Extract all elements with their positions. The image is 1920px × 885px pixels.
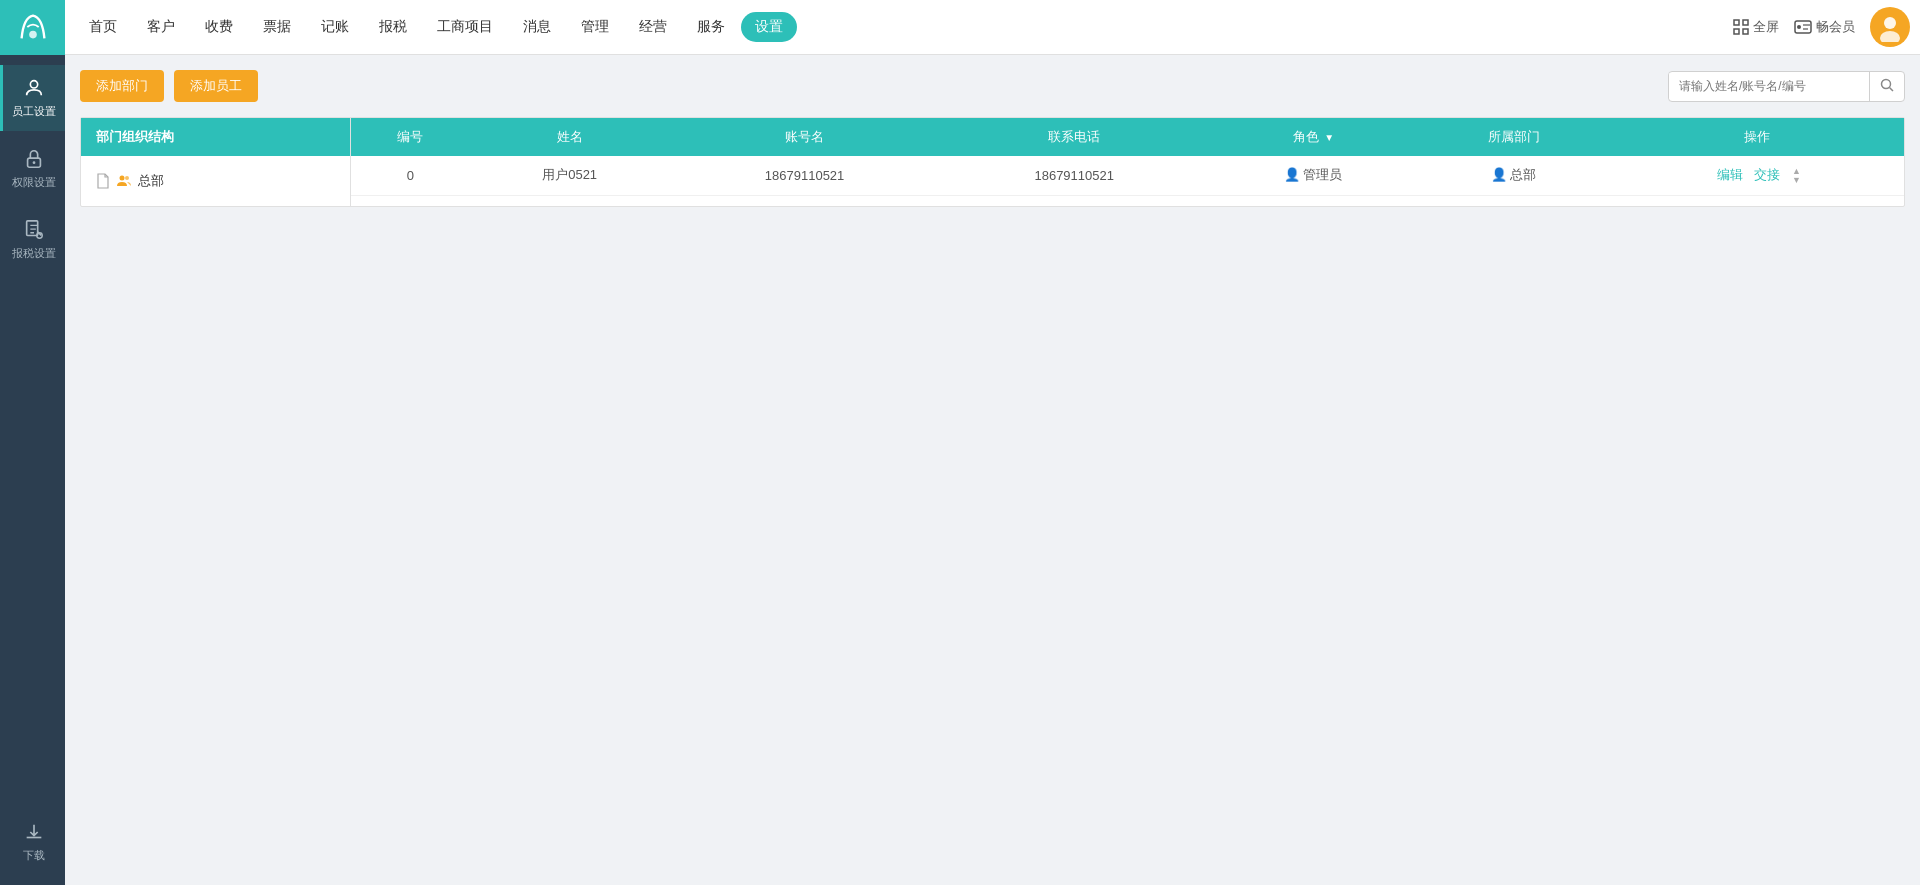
fullscreen-button[interactable]: 全屏 <box>1733 18 1779 36</box>
col-role[interactable]: 角色 ▼ <box>1209 118 1418 156</box>
split-panel: 部门组织结构 总部 <box>80 117 1905 207</box>
col-number: 编号 <box>351 118 470 156</box>
svg-point-0 <box>29 31 37 39</box>
sidebar: 员工设置 权限设置 报税设置 <box>0 55 65 885</box>
sidebar-item-employee[interactable]: 员工设置 <box>0 65 65 131</box>
cell-role: 👤管理员 <box>1209 156 1418 195</box>
sidebar-item-permission-label: 权限设置 <box>12 175 56 190</box>
nav-fee[interactable]: 收费 <box>191 12 247 42</box>
tax-report-icon <box>23 219 45 241</box>
svg-point-13 <box>33 161 36 164</box>
svg-rect-3 <box>1734 29 1739 34</box>
nav-settings[interactable]: 设置 <box>741 12 797 42</box>
toolbar: 添加部门 添加员工 <box>80 70 1905 102</box>
nav-home[interactable]: 首页 <box>75 12 131 42</box>
nav-message[interactable]: 消息 <box>509 12 565 42</box>
download-icon <box>23 821 45 843</box>
role-user-icon: 👤 <box>1284 167 1300 182</box>
sidebar-item-download[interactable]: 下载 <box>0 809 65 875</box>
search-input[interactable] <box>1669 73 1869 99</box>
cell-number: 0 <box>351 156 470 195</box>
transfer-link[interactable]: 交接 <box>1754 167 1780 182</box>
fullscreen-label: 全屏 <box>1753 18 1779 36</box>
nav-invoice[interactable]: 票据 <box>249 12 305 42</box>
col-phone: 联系电话 <box>939 118 1209 156</box>
user-avatar[interactable] <box>1870 7 1910 47</box>
svg-rect-2 <box>1743 20 1748 25</box>
sidebar-bottom: 下载 <box>0 809 65 875</box>
tree-body: 总部 <box>81 156 350 206</box>
cell-account: 18679110521 <box>670 156 940 195</box>
nav-service[interactable]: 服务 <box>683 12 739 42</box>
tree-item-label: 总部 <box>138 172 164 190</box>
svg-point-18 <box>120 176 125 181</box>
col-name: 姓名 <box>470 118 670 156</box>
member-icon <box>1794 20 1812 34</box>
col-dept: 所属部门 <box>1418 118 1610 156</box>
add-dept-button[interactable]: 添加部门 <box>80 70 164 102</box>
col-action: 操作 <box>1610 118 1904 156</box>
top-navigation: 首页 客户 收费 票据 记账 报税 工商项目 消息 管理 经营 服务 设置 全屏 <box>0 0 1920 55</box>
tree-header: 部门组织结构 <box>81 118 350 156</box>
filter-icon: ▼ <box>1324 132 1334 143</box>
svg-rect-4 <box>1743 29 1748 34</box>
edit-link[interactable]: 编辑 <box>1717 167 1743 182</box>
nav-management[interactable]: 管理 <box>567 12 623 42</box>
nav-right-area: 全屏 畅会员 <box>1733 7 1910 47</box>
tree-panel: 部门组织结构 总部 <box>81 118 351 206</box>
nav-business[interactable]: 工商项目 <box>423 12 507 42</box>
sidebar-item-tax[interactable]: 报税设置 <box>0 207 65 273</box>
svg-point-19 <box>125 176 129 180</box>
main-nav: 首页 客户 收费 票据 记账 报税 工商项目 消息 管理 经营 服务 设置 <box>75 12 1733 42</box>
permission-icon <box>23 148 45 170</box>
nav-customer[interactable]: 客户 <box>133 12 189 42</box>
col-account: 账号名 <box>670 118 940 156</box>
content-area: 添加部门 添加员工 部门组织结构 <box>65 55 1920 885</box>
employee-icon <box>23 77 45 99</box>
sidebar-item-tax-label: 报税设置 <box>12 246 56 261</box>
search-box <box>1668 71 1905 102</box>
add-employee-button[interactable]: 添加员工 <box>174 70 258 102</box>
svg-rect-1 <box>1734 20 1739 25</box>
tree-item-general[interactable]: 总部 <box>91 166 340 196</box>
file-icon <box>96 173 110 189</box>
avatar-icon <box>1875 12 1905 42</box>
cell-phone: 18679110521 <box>939 156 1209 195</box>
cell-actions: 编辑 交接 ▲ ▼ <box>1610 156 1904 195</box>
svg-point-11 <box>30 81 37 88</box>
table-header-row: 编号 姓名 账号名 联系电话 角色 ▼ 所属部门 操作 <box>351 118 1904 156</box>
search-icon <box>1880 78 1894 92</box>
nav-accounting[interactable]: 记账 <box>307 12 363 42</box>
employee-table: 编号 姓名 账号名 联系电话 角色 ▼ 所属部门 操作 <box>351 118 1904 196</box>
search-button[interactable] <box>1869 72 1904 101</box>
table-row: 0 用户0521 18679110521 18679110521 👤管理员 👤总… <box>351 156 1904 195</box>
member-button[interactable]: 畅会员 <box>1794 18 1855 36</box>
main-layout: 员工设置 权限设置 报税设置 <box>0 55 1920 885</box>
nav-operation[interactable]: 经营 <box>625 12 681 42</box>
scroll-control[interactable]: ▲ ▼ <box>1792 167 1801 185</box>
fullscreen-icon <box>1733 19 1749 35</box>
cell-dept: 👤总部 <box>1418 156 1610 195</box>
member-label: 畅会员 <box>1816 18 1855 36</box>
svg-point-10 <box>1880 31 1900 42</box>
dept-user-icon: 👤 <box>1491 167 1507 182</box>
user-group-icon <box>116 173 132 189</box>
table-panel: 编号 姓名 账号名 联系电话 角色 ▼ 所属部门 操作 <box>351 118 1904 206</box>
cell-name: 用户0521 <box>470 156 670 195</box>
svg-point-6 <box>1797 25 1801 29</box>
nav-tax[interactable]: 报税 <box>365 12 421 42</box>
logo <box>0 0 65 55</box>
sidebar-item-permission[interactable]: 权限设置 <box>0 136 65 202</box>
svg-point-9 <box>1884 17 1896 29</box>
svg-point-16 <box>1882 79 1891 88</box>
scroll-down-icon[interactable]: ▼ <box>1792 176 1801 185</box>
svg-line-17 <box>1890 87 1894 91</box>
sidebar-item-employee-label: 员工设置 <box>12 104 56 119</box>
sidebar-item-download-label: 下载 <box>23 848 45 863</box>
